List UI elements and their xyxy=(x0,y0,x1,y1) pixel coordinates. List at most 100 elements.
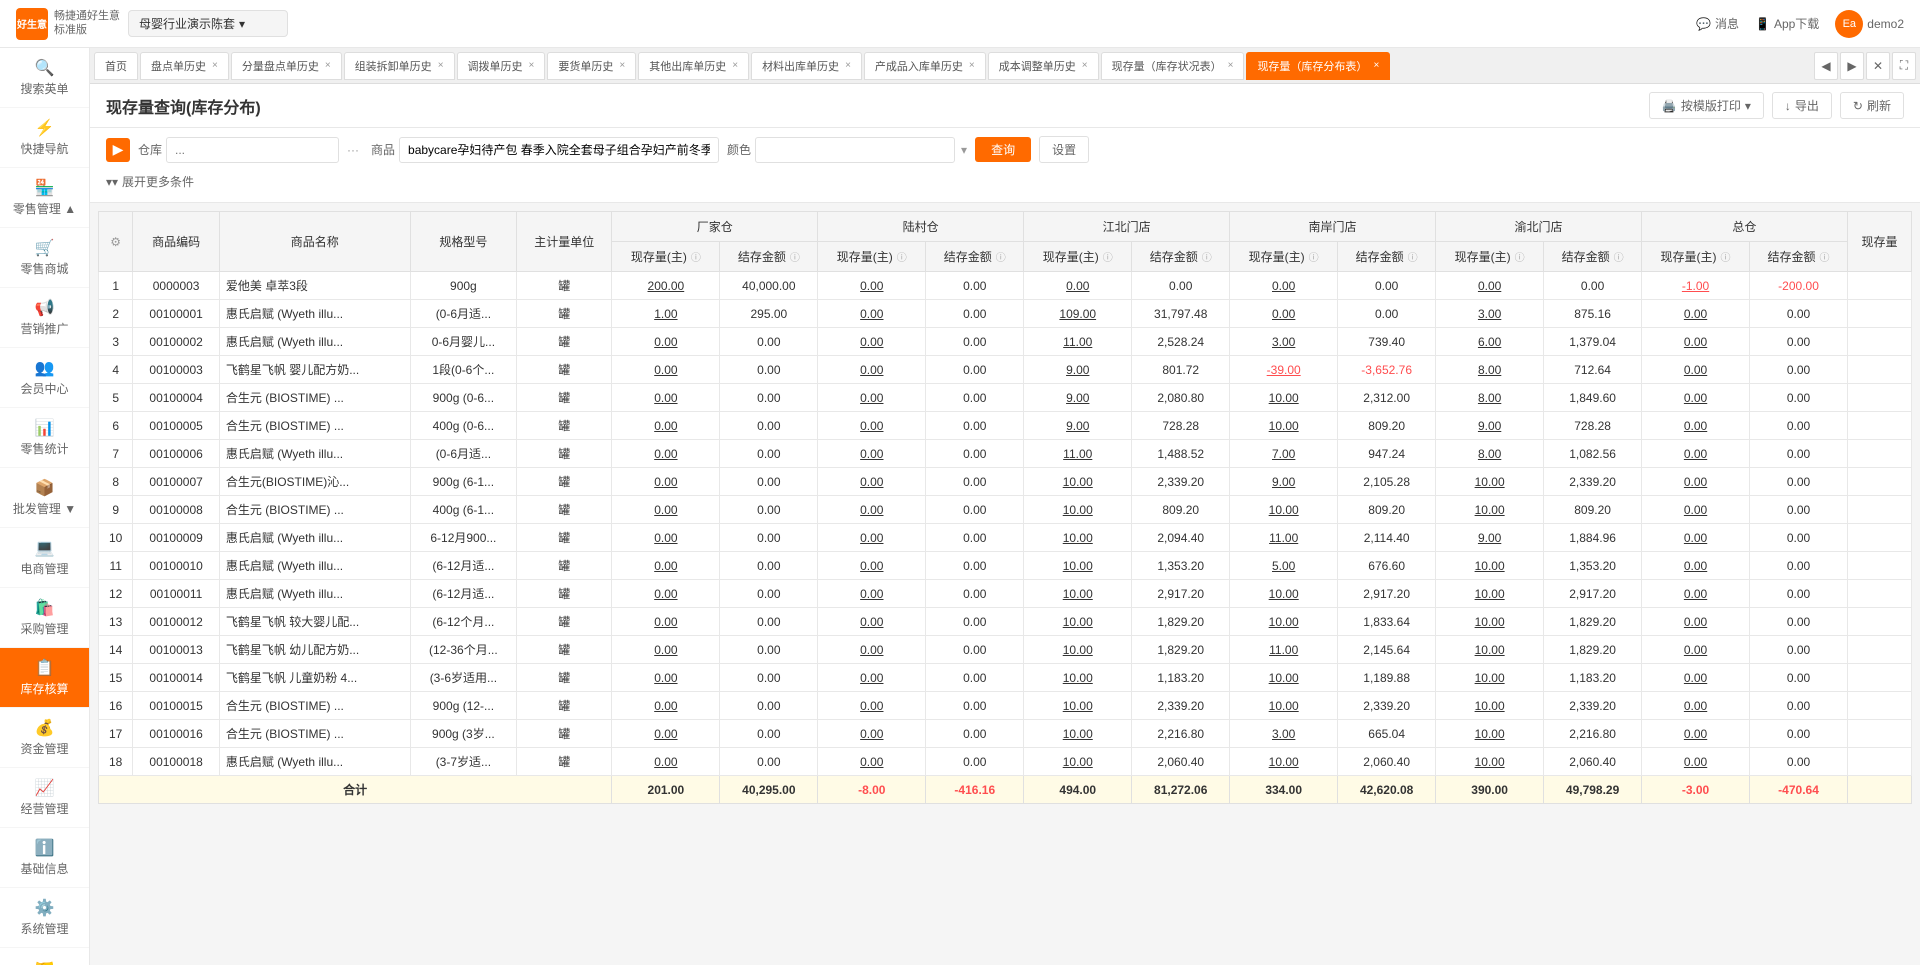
cell-lc-qty[interactable]: 0.00 xyxy=(818,580,926,608)
warehouse-input[interactable] xyxy=(166,137,339,163)
setting-btn[interactable]: 设置 xyxy=(1039,136,1089,163)
cell-jb-qty[interactable]: 9.00 xyxy=(1024,356,1132,384)
cell-fj-qty[interactable]: 0.00 xyxy=(612,496,720,524)
warehouse-more-btn[interactable]: ··· xyxy=(343,143,363,157)
cell-na-qty[interactable]: 5.00 xyxy=(1230,552,1338,580)
sidebar-item-basic[interactable]: ℹ️ 基础信息 xyxy=(0,828,89,888)
export-btn[interactable]: ↓ 导出 xyxy=(1772,92,1832,119)
color-input[interactable] xyxy=(755,137,955,163)
tab-assembly[interactable]: 组装拆卸单历史× xyxy=(344,52,455,80)
cell-yb-qty[interactable]: 10.00 xyxy=(1436,720,1544,748)
cell-jb-qty[interactable]: 10.00 xyxy=(1024,496,1132,524)
cell-yb-qty[interactable]: 8.00 xyxy=(1436,356,1544,384)
cell-na-qty[interactable]: 10.00 xyxy=(1230,384,1338,412)
org-selector[interactable]: 母婴行业演示陈套 ▾ xyxy=(128,10,288,37)
cell-total-qty[interactable]: 0.00 xyxy=(1641,468,1749,496)
tab-stock-dist[interactable]: 现存量（库存分布表）× xyxy=(1246,52,1390,80)
cell-lc-qty[interactable]: 0.00 xyxy=(818,412,926,440)
tab-partial-count[interactable]: 分量盘点单历史× xyxy=(231,52,342,80)
cell-yb-qty[interactable]: 10.00 xyxy=(1436,636,1544,664)
tab-nav-prev[interactable]: ◀ xyxy=(1814,52,1838,80)
cell-total-qty[interactable]: 0.00 xyxy=(1641,496,1749,524)
cell-fj-qty[interactable]: 0.00 xyxy=(612,692,720,720)
cell-jb-qty[interactable]: 11.00 xyxy=(1024,440,1132,468)
cell-lc-qty[interactable]: 0.00 xyxy=(818,468,926,496)
cell-total-qty[interactable]: 0.00 xyxy=(1641,328,1749,356)
cell-na-qty[interactable]: 10.00 xyxy=(1230,692,1338,720)
sidebar-item-retail-stat[interactable]: 📊 零售统计 xyxy=(0,408,89,468)
tab-cost-adjust[interactable]: 成本调整单历史× xyxy=(988,52,1099,80)
cell-total-qty[interactable]: 0.00 xyxy=(1641,412,1749,440)
cell-fj-qty[interactable]: 0.00 xyxy=(612,552,720,580)
app-download-btn[interactable]: 📱 App下载 xyxy=(1755,15,1819,32)
cell-yb-qty[interactable]: 10.00 xyxy=(1436,692,1544,720)
cell-total-qty[interactable]: 0.00 xyxy=(1641,580,1749,608)
cell-yb-qty[interactable]: 10.00 xyxy=(1436,468,1544,496)
cell-fj-qty[interactable]: 0.00 xyxy=(612,440,720,468)
sidebar-item-retail-mgmt[interactable]: 🏪 零售管理 ▲ xyxy=(0,168,89,228)
cell-jb-qty[interactable]: 9.00 xyxy=(1024,384,1132,412)
cell-yb-qty[interactable]: 0.00 xyxy=(1436,272,1544,300)
cell-lc-qty[interactable]: 0.00 xyxy=(818,272,926,300)
tab-close-requisition[interactable]: × xyxy=(619,60,625,71)
sidebar-item-corp[interactable]: 🤝 企业协同 xyxy=(0,948,89,965)
cell-yb-qty[interactable]: 3.00 xyxy=(1436,300,1544,328)
tab-transfer[interactable]: 调拨单历史× xyxy=(457,52,546,80)
lc-amt-info-icon[interactable]: ⓘ xyxy=(996,249,1006,264)
cell-na-qty[interactable]: 3.00 xyxy=(1230,720,1338,748)
cell-total-qty[interactable]: 0.00 xyxy=(1641,524,1749,552)
tab-close-inventory-count[interactable]: × xyxy=(212,60,218,71)
cell-na-qty[interactable]: 9.00 xyxy=(1230,468,1338,496)
tab-home[interactable]: 首页 xyxy=(94,52,138,80)
expand-more-btn[interactable]: ▾▾ 展开更多条件 xyxy=(106,169,194,194)
sidebar-item-operation[interactable]: 📈 经营管理 xyxy=(0,768,89,828)
tab-close-assembly[interactable]: × xyxy=(438,60,444,71)
tab-close-material-out[interactable]: × xyxy=(845,60,851,71)
cell-na-qty[interactable]: 7.00 xyxy=(1230,440,1338,468)
cell-na-qty[interactable]: 10.00 xyxy=(1230,748,1338,776)
cell-jb-qty[interactable]: 109.00 xyxy=(1024,300,1132,328)
tab-close-transfer[interactable]: × xyxy=(529,60,535,71)
cell-yb-qty[interactable]: 10.00 xyxy=(1436,664,1544,692)
cell-jb-qty[interactable]: 0.00 xyxy=(1024,272,1132,300)
cell-total-qty[interactable]: 0.00 xyxy=(1641,664,1749,692)
cell-total-qty[interactable]: 0.00 xyxy=(1641,384,1749,412)
tab-material-out[interactable]: 材料出库单历史× xyxy=(751,52,862,80)
tab-product-in[interactable]: 产成品入库单历史× xyxy=(864,52,986,80)
cell-na-qty[interactable]: 10.00 xyxy=(1230,412,1338,440)
yb-qty-info-icon[interactable]: ⓘ xyxy=(1515,249,1525,264)
sidebar-item-system[interactable]: ⚙️ 系统管理 xyxy=(0,888,89,948)
cell-yb-qty[interactable]: 10.00 xyxy=(1436,608,1544,636)
cell-jb-qty[interactable]: 10.00 xyxy=(1024,580,1132,608)
cell-fj-qty[interactable]: 0.00 xyxy=(612,384,720,412)
cell-lc-qty[interactable]: 0.00 xyxy=(818,608,926,636)
cell-na-qty[interactable]: 11.00 xyxy=(1230,636,1338,664)
cell-yb-qty[interactable]: 6.00 xyxy=(1436,328,1544,356)
message-btn[interactable]: 💬 消息 xyxy=(1696,15,1739,32)
cell-na-qty[interactable]: 10.00 xyxy=(1230,496,1338,524)
cell-total-qty[interactable]: 0.00 xyxy=(1641,552,1749,580)
cell-total-qty[interactable]: 0.00 xyxy=(1641,720,1749,748)
sidebar-item-purchase[interactable]: 🛍️ 采购管理 xyxy=(0,588,89,648)
cell-jb-qty[interactable]: 10.00 xyxy=(1024,552,1132,580)
cell-lc-qty[interactable]: 0.00 xyxy=(818,636,926,664)
sidebar-item-finance[interactable]: 💰 资金管理 xyxy=(0,708,89,768)
jb-qty-info-icon[interactable]: ⓘ xyxy=(1103,249,1113,264)
cell-na-qty[interactable]: -39.00 xyxy=(1230,356,1338,384)
cell-fj-qty[interactable]: 0.00 xyxy=(612,580,720,608)
cell-lc-qty[interactable]: 0.00 xyxy=(818,496,926,524)
cell-fj-qty[interactable]: 0.00 xyxy=(612,412,720,440)
search-btn[interactable]: 查询 xyxy=(975,137,1031,162)
tab-other-out[interactable]: 其他出库单历史× xyxy=(638,52,749,80)
cell-fj-qty[interactable]: 0.00 xyxy=(612,664,720,692)
jb-amt-info-icon[interactable]: ⓘ xyxy=(1202,249,1212,264)
cell-jb-qty[interactable]: 9.00 xyxy=(1024,412,1132,440)
tab-close-stock-dist[interactable]: × xyxy=(1373,60,1379,71)
cell-fj-qty[interactable]: 0.00 xyxy=(612,356,720,384)
cell-yb-qty[interactable]: 9.00 xyxy=(1436,524,1544,552)
cell-total-qty[interactable]: 0.00 xyxy=(1641,356,1749,384)
tab-close-cost-adjust[interactable]: × xyxy=(1082,60,1088,71)
tab-close-product-in[interactable]: × xyxy=(969,60,975,71)
cell-lc-qty[interactable]: 0.00 xyxy=(818,748,926,776)
na-qty-info-icon[interactable]: ⓘ xyxy=(1309,249,1319,264)
